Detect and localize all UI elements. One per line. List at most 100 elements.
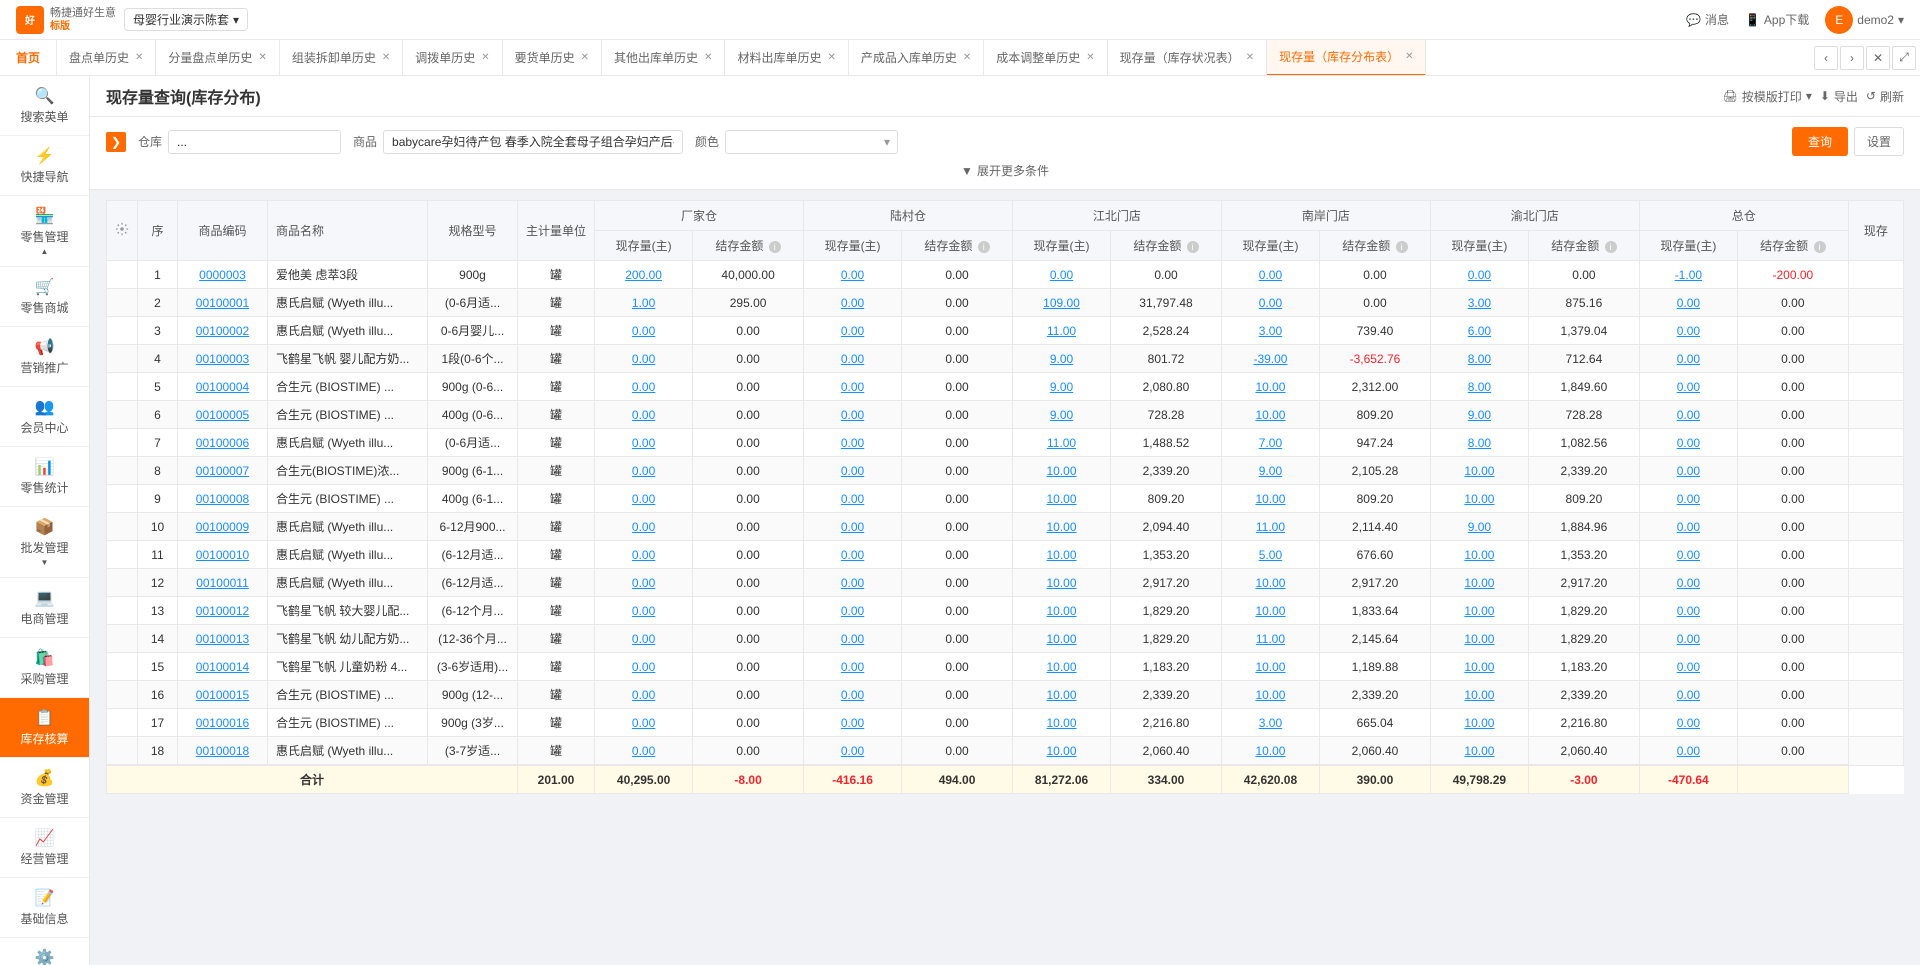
sidebar-item-ecommerce[interactable]: 💻 电商管理 <box>0 578 89 638</box>
sidebar-item-search[interactable]: 🔍 搜索英单 <box>0 76 89 136</box>
sidebar-item-members[interactable]: 👥 会员中心 <box>0 387 89 447</box>
filter-collapse-btn[interactable]: ❯ <box>106 132 126 152</box>
message-btn[interactable]: 💬 消息 <box>1686 11 1729 28</box>
tab-close-icon[interactable]: ✕ <box>1086 52 1094 63</box>
th-total: 总仓 <box>1639 201 1848 231</box>
app-download-btn[interactable]: 📱 App下载 <box>1745 11 1809 28</box>
th-yb-qty: 现存量(主) <box>1430 231 1528 261</box>
expand-toggle[interactable]: ▼ 展开更多条件 <box>106 162 1904 179</box>
tab-close-icon[interactable]: ✕ <box>258 52 266 63</box>
table-container: 序 商品编码 商品名称 规格型号 主计量单位 厂家仓 陆村仓 江北门店 南岸门店… <box>90 190 1920 965</box>
sidebar-item-operations[interactable]: 📈 经营管理 <box>0 818 89 878</box>
sidebar-item-basic-info[interactable]: 📝 基础信息 <box>0 878 89 938</box>
wholesale-icon: 📦 <box>35 517 55 537</box>
sidebar-item-retail-stats[interactable]: 📊 零售统计 <box>0 447 89 507</box>
export-btn[interactable]: ⬇ 导出 <box>1820 88 1858 105</box>
sidebar-item-quick-nav[interactable]: ⚡ 快捷导航 <box>0 136 89 196</box>
yb-amt-info-icon[interactable]: i <box>1605 241 1617 253</box>
product-name: 惠氏启赋 (Wyeth illu... <box>268 289 428 317</box>
tab-1[interactable]: 盘点单历史 ✕ <box>57 40 156 76</box>
tab-close-icon[interactable]: ✕ <box>581 52 589 63</box>
tab-10[interactable]: 现存量（库存状况表） ✕ <box>1108 40 1267 76</box>
tab-11[interactable]: 现存量（库存分布表） ✕ <box>1267 40 1426 76</box>
table-row: 1600100015合生元 (BIOSTIME) ...900g (12-...… <box>107 681 1904 709</box>
logo-icon: 好 <box>16 6 44 34</box>
content-area: 现存量查询(库存分布) 🖨 按模版打印 ▾ ⬇ 导出 ↺ 刷新 <box>90 76 1920 965</box>
industry-selector[interactable]: 母婴行业演示陈套 ▾ <box>124 8 248 31</box>
sidebar-item-purchase[interactable]: 🛍️ 采购管理 <box>0 638 89 698</box>
tab-close-icon[interactable]: ✕ <box>1246 52 1254 63</box>
table-row: 200100001惠氏启赋 (Wyeth illu...(0-6月适...罐1.… <box>107 289 1904 317</box>
purchase-icon: 🛍️ <box>6 648 83 668</box>
tab-close-icon[interactable]: ✕ <box>382 52 390 63</box>
warehouse-input[interactable] <box>168 130 341 154</box>
th-settings[interactable] <box>107 201 138 261</box>
refresh-btn[interactable]: ↺ 刷新 <box>1866 88 1904 105</box>
user-menu[interactable]: E demo2 ▾ <box>1825 6 1904 34</box>
color-input[interactable] <box>725 130 898 154</box>
lightning-icon: ⚡ <box>6 146 83 166</box>
page-actions: 🖨 按模版打印 ▾ ⬇ 导出 ↺ 刷新 <box>1723 88 1904 105</box>
export-icon: ⬇ <box>1820 89 1830 103</box>
th-spec: 规格型号 <box>428 201 518 261</box>
topbar-left: 好 畅捷通好生意 标版 母婴行业演示陈套 ▾ <box>16 6 248 34</box>
tab-9[interactable]: 成本调整单历史 ✕ <box>984 40 1107 76</box>
ecommerce-icon: 💻 <box>6 588 83 608</box>
topbar-right: 💬 消息 📱 App下载 E demo2 ▾ <box>1686 6 1904 34</box>
tab-nav: ‹ › ✕ ⤢ <box>1814 46 1920 70</box>
sidebar-item-finance[interactable]: 💰 资金管理 <box>0 758 89 818</box>
tab-prev-btn[interactable]: ‹ <box>1814 46 1838 70</box>
tab-close-icon[interactable]: ✕ <box>827 52 835 63</box>
jb-amt-info-icon[interactable]: i <box>1187 241 1199 253</box>
print-btn[interactable]: 🖨 按模版打印 ▾ <box>1723 88 1812 105</box>
sidebar-item-marketing[interactable]: 📢 营销推广 <box>0 327 89 387</box>
setting-button[interactable]: 设置 <box>1854 127 1904 156</box>
fc-amt-info-icon[interactable]: i <box>769 241 781 253</box>
table-row: 900100008合生元 (BIOSTIME) ...400g (6-1...罐… <box>107 485 1904 513</box>
tab-3[interactable]: 组装拆卸单历史 ✕ <box>280 40 403 76</box>
product-name: 惠氏启赋 (Wyeth illu... <box>268 541 428 569</box>
th-fc-qty: 现存量(主) <box>595 231 693 261</box>
topbar: 好 畅捷通好生意 标版 母婴行业演示陈套 ▾ 💬 消息 📱 App下载 E de… <box>0 0 1920 40</box>
finance-icon: 💰 <box>6 768 83 788</box>
tab-home[interactable]: 首页 <box>0 40 57 76</box>
tab-next-btn[interactable]: › <box>1840 46 1864 70</box>
sidebar-item-wholesale[interactable]: 📦 批发管理 ▼ <box>0 507 89 578</box>
tab-close-icon[interactable]: ✕ <box>135 52 143 63</box>
summary-row: 合计201.0040,295.00-8.00-416.16494.0081,27… <box>107 765 1904 794</box>
product-name: 合生元 (BIOSTIME) ... <box>268 485 428 513</box>
tab-4[interactable]: 调拨单历史 ✕ <box>403 40 502 76</box>
tab-close-icon[interactable]: ✕ <box>1405 51 1413 62</box>
sidebar-item-inventory[interactable]: 📋 库存核算 <box>0 698 89 758</box>
system-icon: ⚙️ <box>6 948 83 965</box>
tab-close-icon[interactable]: ✕ <box>481 52 489 63</box>
product-name: 飞鹤星飞帆 儿童奶粉 4... <box>268 653 428 681</box>
chevron-up-icon: ▲ <box>41 247 49 256</box>
sidebar: 🔍 搜索英单 ⚡ 快捷导航 🏪 零售管理 ▲ 🛒 零售商城 📢 营销推广 👥 会… <box>0 76 90 965</box>
lc-amt-info-icon[interactable]: i <box>978 241 990 253</box>
tab-5[interactable]: 要货单历史 ✕ <box>503 40 602 76</box>
sidebar-item-retail-mgmt[interactable]: 🏪 零售管理 ▲ <box>0 196 89 267</box>
tab-2[interactable]: 分量盘点单历史 ✕ <box>156 40 279 76</box>
total-amt-info-icon[interactable]: i <box>1814 241 1826 253</box>
th-total-amt: 结存金额 i <box>1737 231 1848 261</box>
tab-close-icon[interactable]: ✕ <box>704 52 712 63</box>
tab-close-icon[interactable]: ✕ <box>963 52 971 63</box>
chevron-down-icon: ▾ <box>1806 89 1812 103</box>
na-amt-info-icon[interactable]: i <box>1396 241 1408 253</box>
product-name: 惠氏启赋 (Wyeth illu... <box>268 317 428 345</box>
main-layout: 🔍 搜索英单 ⚡ 快捷导航 🏪 零售管理 ▲ 🛒 零售商城 📢 营销推广 👥 会… <box>0 76 1920 965</box>
th-fc-amt: 结存金额 i <box>693 231 804 261</box>
query-button[interactable]: 查询 <box>1792 127 1848 156</box>
tab-expand-btn[interactable]: ⤢ <box>1892 46 1916 70</box>
tab-7[interactable]: 材料出库单历史 ✕ <box>725 40 848 76</box>
app-icon: 📱 <box>1745 13 1760 27</box>
th-current: 现存 <box>1848 201 1903 261</box>
goods-input[interactable] <box>383 130 683 154</box>
tab-8[interactable]: 产成品入库单历史 ✕ <box>849 40 984 76</box>
product-name: 惠氏启赋 (Wyeth illu... <box>268 513 428 541</box>
sidebar-item-retail-mall[interactable]: 🛒 零售商城 <box>0 267 89 327</box>
tab-close-all-btn[interactable]: ✕ <box>1866 46 1890 70</box>
sidebar-item-system[interactable]: ⚙️ 系统管理 <box>0 938 89 965</box>
tab-6[interactable]: 其他出库单历史 ✕ <box>602 40 725 76</box>
